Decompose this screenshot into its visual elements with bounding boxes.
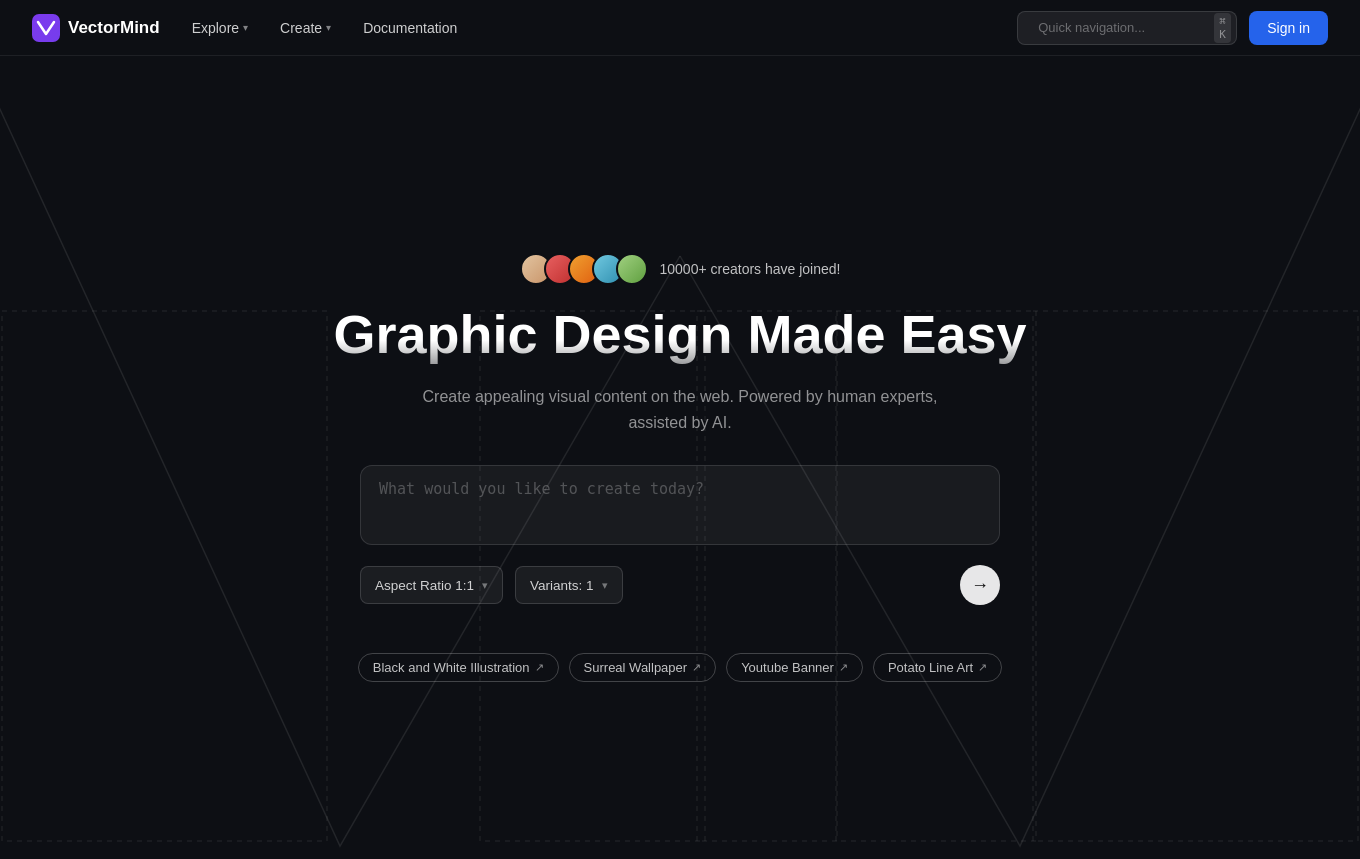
external-link-icon: ↗ bbox=[839, 661, 848, 674]
tag-black-white-illustration[interactable]: Black and White Illustration ↗ bbox=[358, 653, 559, 682]
aspect-ratio-label: Aspect Ratio 1:1 bbox=[375, 578, 474, 593]
tag-label: Surreal Wallpaper bbox=[584, 660, 688, 675]
prompt-input[interactable] bbox=[360, 465, 1000, 545]
sign-in-button[interactable]: Sign in bbox=[1249, 11, 1328, 45]
svg-rect-0 bbox=[32, 14, 60, 42]
tag-youtube-banner[interactable]: Youtube Banner ↗ bbox=[726, 653, 863, 682]
nav-create[interactable]: Create ▾ bbox=[280, 20, 331, 36]
prompt-area: Aspect Ratio 1:1 ▾ Variants: 1 ▾ → bbox=[360, 465, 1000, 605]
arrow-right-icon: → bbox=[971, 575, 989, 596]
chevron-down-icon: ▾ bbox=[482, 579, 488, 592]
chevron-down-icon: ▾ bbox=[326, 22, 331, 33]
variants-label: Variants: 1 bbox=[530, 578, 594, 593]
external-link-icon: ↗ bbox=[535, 661, 544, 674]
navbar: VectorMind Explore ▾ Create ▾ Documentat… bbox=[0, 0, 1360, 56]
nav-left: VectorMind Explore ▾ Create ▾ Documentat… bbox=[32, 14, 457, 42]
hero-title: Graphic Design Made Easy bbox=[333, 305, 1026, 364]
submit-button[interactable]: → bbox=[960, 565, 1000, 605]
nav-documentation[interactable]: Documentation bbox=[363, 20, 457, 36]
nav-documentation-label: Documentation bbox=[363, 20, 457, 36]
svg-rect-7 bbox=[1033, 311, 1358, 841]
tag-surreal-wallpaper[interactable]: Surreal Wallpaper ↗ bbox=[569, 653, 717, 682]
nav-create-label: Create bbox=[280, 20, 322, 36]
nav-right: ⌘ K Sign in bbox=[1017, 11, 1328, 45]
hero-subtitle: Create appealing visual content on the w… bbox=[400, 384, 960, 435]
avatar bbox=[616, 253, 648, 285]
nav-explore-label: Explore bbox=[192, 20, 239, 36]
search-input[interactable] bbox=[1038, 20, 1206, 35]
controls-row: Aspect Ratio 1:1 ▾ Variants: 1 ▾ → bbox=[360, 565, 1000, 605]
tag-label: Black and White Illustration bbox=[373, 660, 530, 675]
hero-content: 10000+ creators have joined! Graphic Des… bbox=[333, 253, 1026, 683]
external-link-icon: ↗ bbox=[692, 661, 701, 674]
join-text: 10000+ creators have joined! bbox=[660, 261, 841, 277]
chevron-down-icon: ▾ bbox=[602, 579, 608, 592]
variants-button[interactable]: Variants: 1 ▾ bbox=[515, 566, 623, 604]
search-box[interactable]: ⌘ K bbox=[1017, 11, 1237, 45]
logo-icon bbox=[32, 14, 60, 42]
tag-label: Potato Line Art bbox=[888, 660, 973, 675]
tag-label: Youtube Banner bbox=[741, 660, 834, 675]
nav-explore[interactable]: Explore ▾ bbox=[192, 20, 248, 36]
chevron-down-icon: ▾ bbox=[243, 22, 248, 33]
hero-section: 10000+ creators have joined! Graphic Des… bbox=[0, 56, 1360, 859]
avatar-row: 10000+ creators have joined! bbox=[520, 253, 841, 285]
tag-potato-line-art[interactable]: Potato Line Art ↗ bbox=[873, 653, 1002, 682]
logo[interactable]: VectorMind bbox=[32, 14, 160, 42]
logo-text: VectorMind bbox=[68, 18, 160, 38]
external-link-icon: ↗ bbox=[978, 661, 987, 674]
svg-rect-3 bbox=[2, 311, 327, 841]
avatars-group bbox=[520, 253, 648, 285]
search-kbd: ⌘ K bbox=[1214, 13, 1231, 43]
tags-row: Black and White Illustration ↗ Surreal W… bbox=[358, 653, 1002, 682]
aspect-ratio-button[interactable]: Aspect Ratio 1:1 ▾ bbox=[360, 566, 503, 604]
